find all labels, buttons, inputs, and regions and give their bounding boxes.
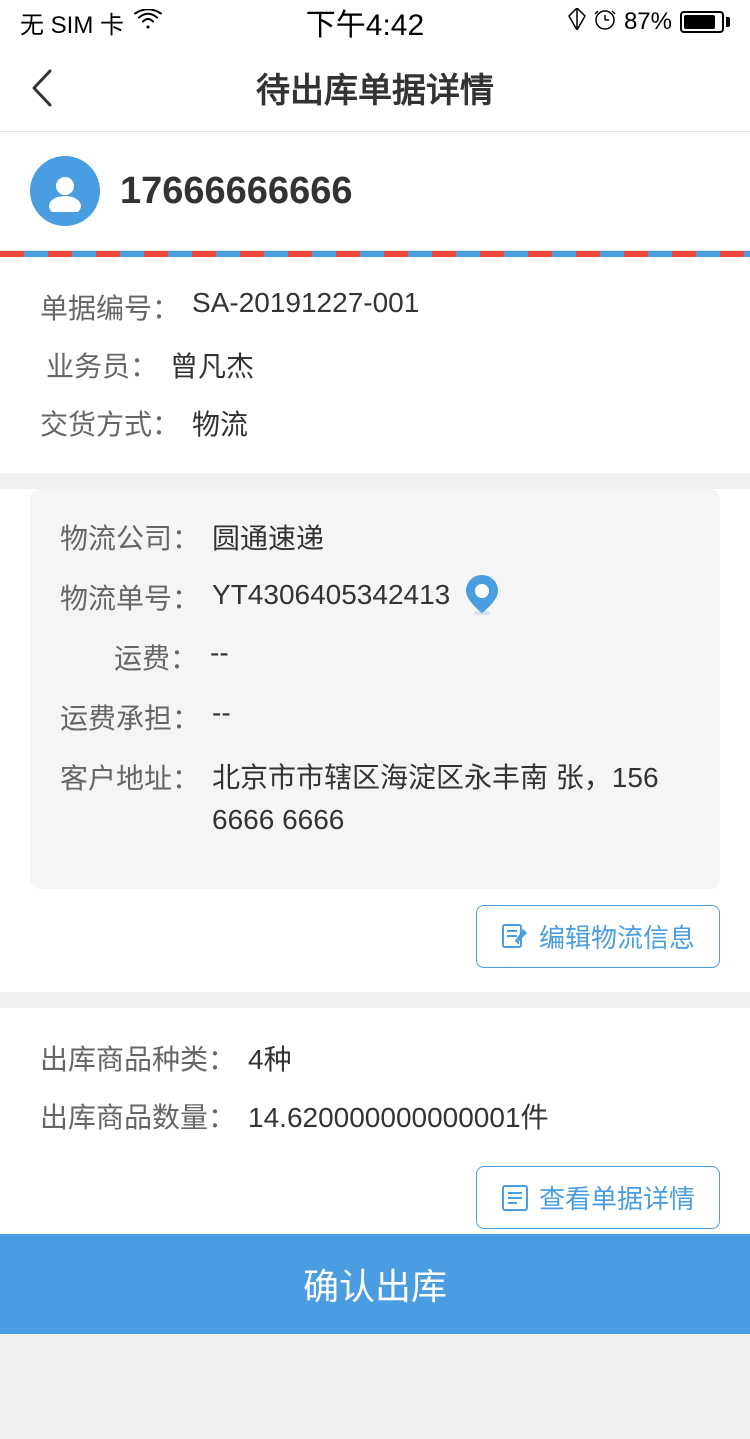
goods-quantity-value: 14.620000000000001件 <box>248 1096 710 1136</box>
order-info-section: 单据编号： SA-20191227-001 业务员： 曾凡杰 交货方式： 物流 <box>0 257 750 473</box>
goods-quantity-row: 出库商品数量： 14.620000000000001件 <box>40 1096 710 1136</box>
order-no-row: 单据编号： SA-20191227-001 <box>40 287 710 327</box>
logistics-outer: 物流公司： 圆通速递 物流单号： YT43064053424​13 <box>0 489 750 905</box>
back-button[interactable] <box>30 69 52 107</box>
freight-bear-label: 运费承担： <box>60 697 212 737</box>
battery-icon <box>680 11 730 33</box>
edit-btn-label: 编辑物流信息 <box>539 918 695 955</box>
freight-row: 运费： -- <box>60 637 690 677</box>
user-header: 17666666666 <box>0 132 750 251</box>
status-left: 无 SIM 卡 <box>20 5 162 40</box>
order-no-value: SA-20191227-001 <box>192 287 710 319</box>
freight-bear-row: 运费承担： -- <box>60 697 690 737</box>
avatar <box>30 156 100 226</box>
alarm-icon <box>594 8 616 37</box>
nav-bar: 待出库单据详情 <box>0 44 750 132</box>
address-row: 客户地址： 北京市市辖区海淀区永丰南 张，156 6666 6666 <box>60 757 690 841</box>
goods-types-row: 出库商品种类： 4种 <box>40 1038 710 1078</box>
view-btn-label: 查看单据详情 <box>539 1179 695 1216</box>
status-right: 87% <box>568 8 730 37</box>
edit-icon <box>501 923 529 951</box>
company-label: 物流公司： <box>60 517 212 557</box>
confirm-button[interactable]: 确认出库 <box>0 1234 750 1334</box>
page-title: 待出库单据详情 <box>256 63 494 112</box>
goods-section: 出库商品种类： 4种 出库商品数量： 14.620000000000001件 <box>0 1008 750 1166</box>
goods-types-label: 出库商品种类： <box>40 1038 248 1078</box>
company-row: 物流公司： 圆通速递 <box>60 517 690 557</box>
salesperson-label: 业务员： <box>40 345 170 385</box>
status-bar: 无 SIM 卡 下午4:42 <box>0 0 750 44</box>
salesperson-row: 业务员： 曾凡杰 <box>40 345 710 385</box>
section-gap-1 <box>0 992 750 1008</box>
freight-bear-value: -- <box>212 697 690 729</box>
delivery-row: 交货方式： 物流 <box>40 403 710 443</box>
address-label: 客户地址： <box>60 757 212 797</box>
order-no-label: 单据编号： <box>40 287 192 327</box>
logistics-card: 物流公司： 圆通速递 物流单号： YT43064053424​13 <box>30 489 720 889</box>
goods-quantity-label: 出库商品数量： <box>40 1096 248 1136</box>
tracking-row: 物流单号： YT43064053424​13 <box>60 577 690 617</box>
tracking-value: YT43064053424​13 <box>212 577 690 613</box>
wifi-icon <box>134 8 162 36</box>
freight-label: 运费： <box>60 637 210 677</box>
goods-types-value: 4种 <box>248 1038 710 1078</box>
battery-text: 87% <box>624 8 672 36</box>
company-value: 圆通速递 <box>212 517 690 557</box>
view-detail-button[interactable]: 查看单据详情 <box>476 1166 720 1229</box>
user-phone: 17666666666 <box>120 170 352 213</box>
status-time: 下午4:42 <box>306 0 424 44</box>
list-icon <box>501 1184 529 1212</box>
address-value: 北京市市辖区海淀区永丰南 张，156 6666 6666 <box>212 757 690 841</box>
delivery-value: 物流 <box>192 403 710 443</box>
edit-btn-wrap: 编辑物流信息 <box>0 905 750 992</box>
location-status-icon <box>568 8 586 37</box>
confirm-btn-label: 确认出库 <box>303 1258 447 1310</box>
delivery-label: 交货方式： <box>40 403 192 443</box>
tracking-location-icon[interactable] <box>464 577 500 613</box>
salesperson-value: 曾凡杰 <box>170 345 710 385</box>
tracking-label: 物流单号： <box>60 577 212 617</box>
carrier-text: 无 SIM 卡 <box>20 5 124 40</box>
edit-logistics-button[interactable]: 编辑物流信息 <box>476 905 720 968</box>
freight-value: -- <box>210 637 690 669</box>
